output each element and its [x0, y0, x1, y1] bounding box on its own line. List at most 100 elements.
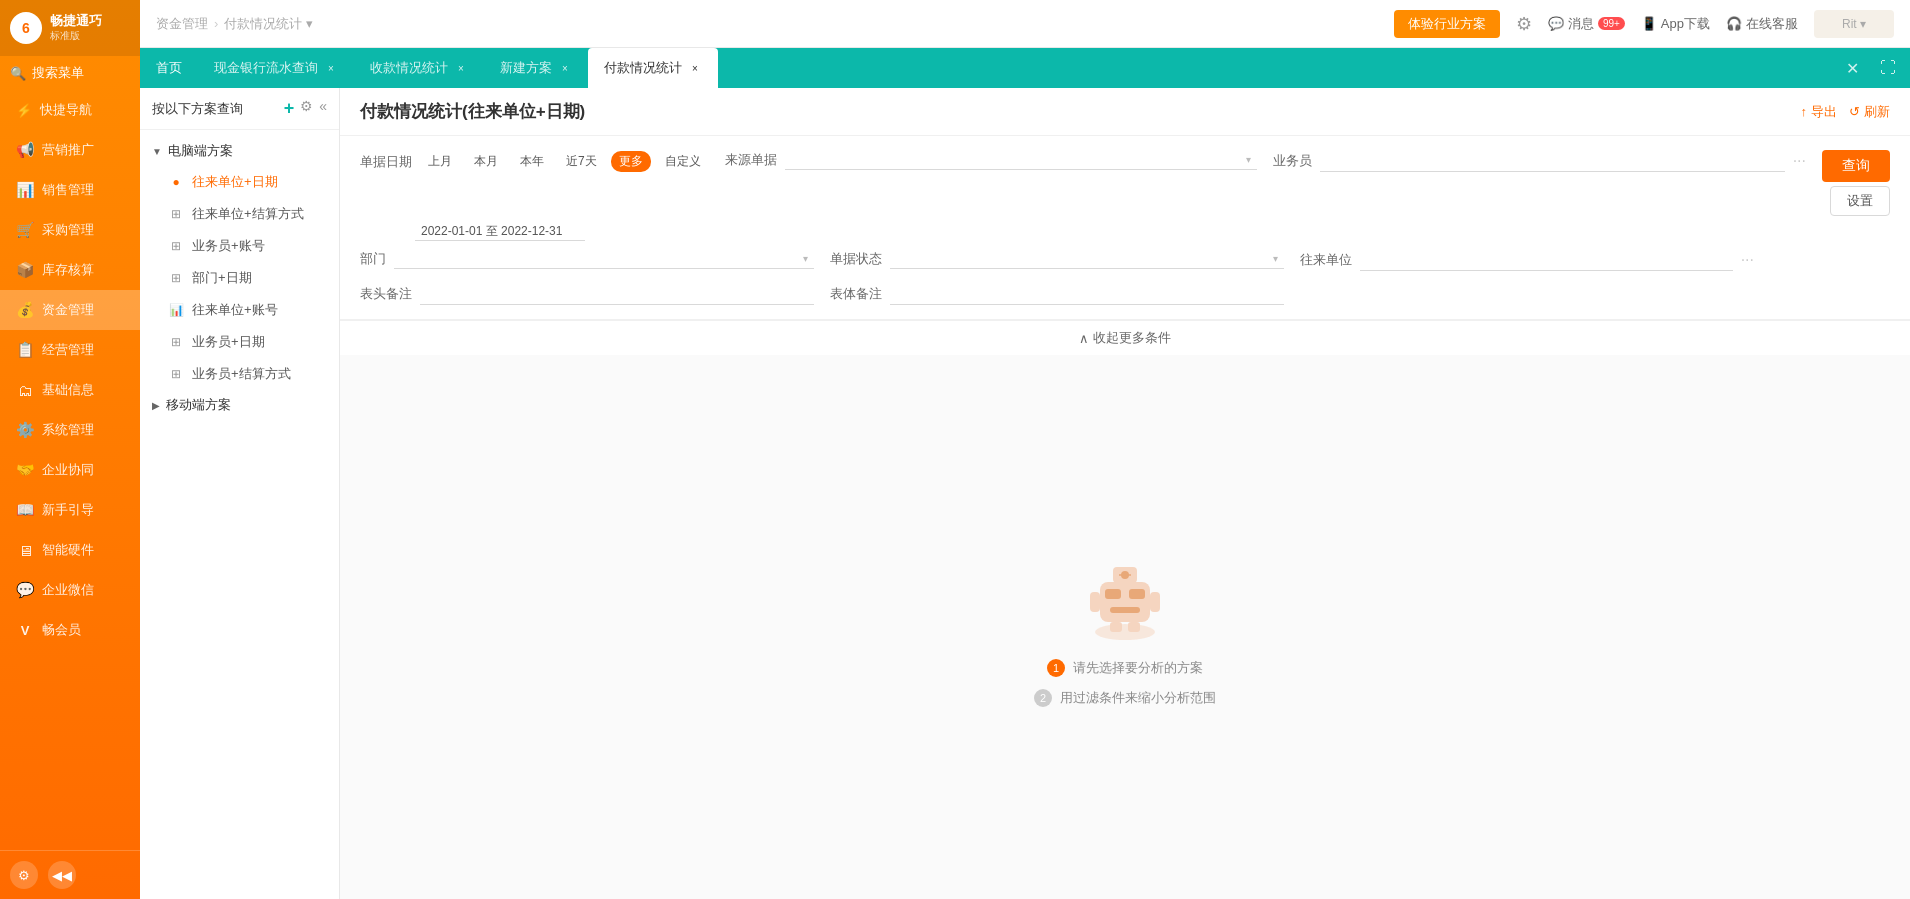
guide-icon: 📖	[16, 501, 34, 519]
scheme-list: ▼ 电脑端方案 ● 往来单位+日期 ⊞ 往来单位+结算方式 ⊞	[140, 130, 339, 899]
content-area: 按以下方案查询 + ⚙ « ▼ 电脑端方案 ●	[140, 88, 1910, 899]
sidebar-footer: ⚙ ◀◀	[0, 850, 140, 899]
sidebar-item-guide[interactable]: 📖 新手引导	[0, 490, 140, 530]
collapse-scheme-panel-icon[interactable]: «	[319, 98, 327, 119]
scheme-item-unit-settle[interactable]: ⊞ 往来单位+结算方式	[140, 198, 339, 230]
column-settings-button[interactable]: 设置	[1830, 186, 1890, 216]
unit-input[interactable]	[1360, 249, 1733, 271]
tab-receivable[interactable]: 收款情况统计 ×	[354, 48, 484, 88]
sidebar-item-cooperation[interactable]: 🤝 企业协同	[0, 450, 140, 490]
sidebar-item-smart-hw[interactable]: 🖥 智能硬件	[0, 530, 140, 570]
scheme-group-mobile-header[interactable]: ▶ 移动端方案	[140, 390, 339, 420]
breadcrumb-sep: ›	[214, 16, 218, 31]
step-2-num: 2	[1034, 689, 1052, 707]
sidebar-item-wechat[interactable]: 💬 企业微信	[0, 570, 140, 610]
header-actions: 体验行业方案 ⚙ 💬 消息 99+ 📱 App下载 🎧 在线客服 Rit ▾	[1394, 10, 1894, 38]
page-title: 付款情况统计(往来单位+日期)	[360, 100, 585, 123]
sidebar-item-operations[interactable]: 📋 经营管理	[0, 330, 140, 370]
tab-payment-stat[interactable]: 付款情况统计 ×	[588, 48, 718, 88]
scheme-item-staff-account[interactable]: ⊞ 业务员+账号	[140, 230, 339, 262]
tab-bank-flow[interactable]: 现金银行流水查询 ×	[198, 48, 354, 88]
online-service-button[interactable]: 🎧 在线客服	[1726, 15, 1798, 33]
service-icon: 🎧	[1726, 16, 1742, 31]
search-menu-item[interactable]: 🔍 搜索菜单	[0, 56, 140, 90]
query-button[interactable]: 查询	[1822, 150, 1890, 182]
app-download-button[interactable]: 📱 App下载	[1641, 15, 1710, 33]
scheme-item-staff-date[interactable]: ⊞ 业务员+日期	[140, 326, 339, 358]
app-download-label: App下载	[1661, 15, 1710, 33]
tab-receivable-close[interactable]: ×	[454, 61, 468, 75]
filter-staff-item: 业务员 ···	[1273, 150, 1806, 172]
filter-row-3: 表头备注 表体备注	[360, 283, 1890, 305]
scheme-item-staff-settle[interactable]: ⊞ 业务员+结算方式	[140, 358, 339, 390]
scheme-panel-title: 按以下方案查询	[152, 100, 243, 118]
sidebar-item-capital[interactable]: 💰 资金管理	[0, 290, 140, 330]
staff-input[interactable]	[1320, 150, 1784, 172]
sidebar-item-basic-info[interactable]: 🗂 基础信息	[0, 370, 140, 410]
collapse-label: 收起更多条件	[1093, 329, 1171, 347]
tab-home[interactable]: 首页	[140, 48, 198, 88]
date-option-7days[interactable]: 近7天	[558, 150, 605, 173]
body-note-input[interactable]	[890, 283, 1284, 305]
sidebar-item-member[interactable]: V 畅会员	[0, 610, 140, 650]
scheme-item-dept-date[interactable]: ⊞ 部门+日期	[140, 262, 339, 294]
collapse-button[interactable]: ∧ 收起更多条件	[1079, 329, 1171, 347]
collapse-sidebar-icon[interactable]: ◀◀	[48, 861, 76, 889]
tab-maximize-icon[interactable]: ⛶	[1874, 54, 1902, 82]
scheme-group-desktop-items: ● 往来单位+日期 ⊞ 往来单位+结算方式 ⊞ 业务员+账号 ⊞	[140, 166, 339, 390]
capital-label: 资金管理	[42, 301, 94, 319]
search-menu-label: 搜索菜单	[32, 64, 84, 82]
tab-new-scheme[interactable]: 新建方案 ×	[484, 48, 588, 88]
tab-payment-stat-label: 付款情况统计	[604, 59, 682, 77]
dept-select[interactable]: ▾	[394, 249, 814, 269]
date-option-last-month[interactable]: 上月	[420, 150, 460, 173]
tab-close-all-icon[interactable]: ✕	[1838, 54, 1866, 82]
user-avatar[interactable]: Rit ▾	[1814, 10, 1894, 38]
filter-section: 单据日期 上月 本月 本年 近7天 更多 自定义 来源单据	[340, 136, 1910, 320]
app-version: 标准版	[50, 29, 102, 43]
date-range-input[interactable]	[415, 222, 585, 241]
header-settings-icon[interactable]: ⚙	[1516, 13, 1532, 35]
system-icon: ⚙️	[16, 421, 34, 439]
header-note-label: 表头备注	[360, 285, 412, 303]
date-option-this-month[interactable]: 本月	[466, 150, 506, 173]
source-select[interactable]: ▾	[785, 150, 1258, 170]
source-filter-label: 来源单据	[725, 151, 777, 169]
tab-bank-flow-close[interactable]: ×	[324, 61, 338, 75]
docstatus-select[interactable]: ▾	[890, 249, 1284, 269]
refresh-button[interactable]: ↺ 刷新	[1849, 103, 1890, 121]
header-note-input[interactable]	[420, 283, 814, 305]
settings-bottom-icon[interactable]: ⚙	[10, 861, 38, 889]
scheme-unit-date-icon: ●	[168, 174, 184, 190]
tab-payment-stat-close[interactable]: ×	[688, 61, 702, 75]
date-option-custom[interactable]: 自定义	[657, 150, 709, 173]
filter-row-1: 单据日期 上月 本月 本年 近7天 更多 自定义 来源单据	[360, 150, 1890, 216]
filter-docstatus-item: 单据状态 ▾	[830, 249, 1284, 269]
breadcrumb-dropdown[interactable]: 付款情况统计 ▾	[224, 15, 313, 33]
sidebar-item-quick-nav[interactable]: ⚡ 快捷导航	[0, 90, 140, 130]
collapse-bar: ∧ 收起更多条件	[340, 320, 1910, 355]
breadcrumb-text: 资金管理	[156, 15, 208, 33]
scheme-group-desktop-header[interactable]: ▼ 电脑端方案	[140, 136, 339, 166]
date-option-this-year[interactable]: 本年	[512, 150, 552, 173]
add-scheme-icon[interactable]: +	[284, 98, 295, 119]
scheme-item-unit-account[interactable]: 📊 往来单位+账号	[140, 294, 339, 326]
sidebar-item-inventory[interactable]: 📦 库存核算	[0, 250, 140, 290]
tab-new-scheme-close[interactable]: ×	[558, 61, 572, 75]
sidebar-item-sales[interactable]: 📊 销售管理	[0, 170, 140, 210]
trial-button[interactable]: 体验行业方案	[1394, 10, 1500, 38]
filter-source-item: 来源单据 ▾	[725, 150, 1258, 170]
sidebar-item-marketing[interactable]: 📢 营销推广	[0, 130, 140, 170]
dept-select-arrow-icon: ▾	[803, 253, 808, 264]
export-button[interactable]: ↑ 导出	[1801, 103, 1838, 121]
messages-button[interactable]: 💬 消息 99+	[1548, 15, 1625, 33]
date-option-more[interactable]: 更多	[611, 151, 651, 172]
sidebar-item-system[interactable]: ⚙️ 系统管理	[0, 410, 140, 450]
scheme-staff-date-icon: ⊞	[168, 334, 184, 350]
scheme-unit-account-label: 往来单位+账号	[192, 301, 278, 319]
scheme-item-unit-date[interactable]: ● 往来单位+日期	[140, 166, 339, 198]
sidebar-item-purchase[interactable]: 🛒 采购管理	[0, 210, 140, 250]
scheme-settings-icon[interactable]: ⚙	[300, 98, 313, 119]
staff-more-icon[interactable]: ···	[1793, 152, 1806, 170]
unit-more-icon[interactable]: ···	[1741, 251, 1754, 269]
